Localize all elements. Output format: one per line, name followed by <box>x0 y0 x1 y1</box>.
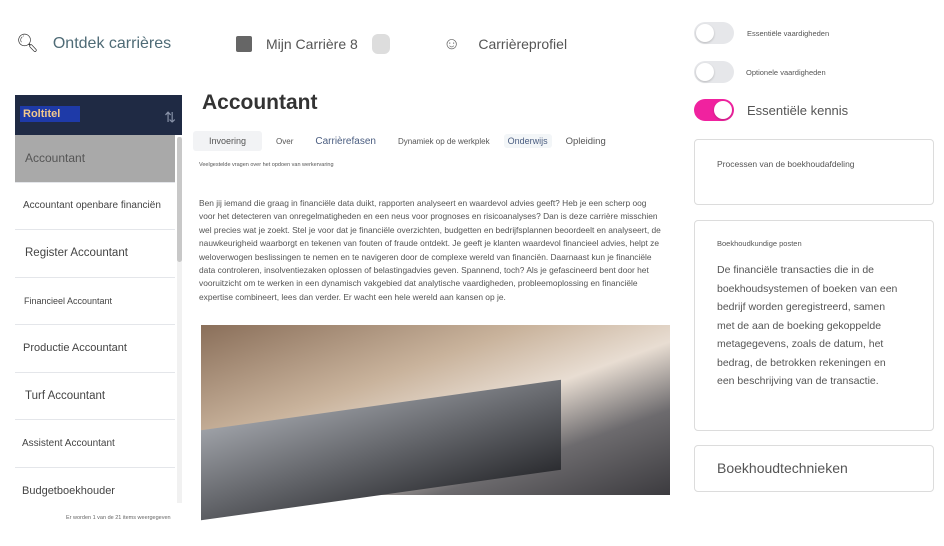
toggle-label: Optionele vaardigheden <box>746 67 826 77</box>
knowledge-card[interactable]: Processen van de boekhoudafdeling <box>694 139 934 205</box>
card-description: De financiële transacties die in de boek… <box>717 264 898 387</box>
list-item[interactable]: Assistent Accountant <box>15 420 175 468</box>
card-title: Boekhoudkundige posten <box>717 239 802 248</box>
toggle-switch[interactable] <box>694 22 734 44</box>
save-icon <box>236 36 252 52</box>
knowledge-card[interactable]: Boekhoudtechnieken <box>694 445 934 492</box>
page-title: Accountant <box>202 91 318 114</box>
toggle-essential-skills[interactable]: Essentiële vaardigheden <box>694 22 829 44</box>
nav-career-profile[interactable]: ☺ Carrièreprofiel <box>443 34 567 54</box>
laptop-image <box>201 325 670 521</box>
tab-intro[interactable]: Invoering <box>193 131 263 151</box>
list-item[interactable]: Budgetboekhouder <box>15 468 175 504</box>
intro-text: Ben jij iemand die graag in financiële d… <box>199 198 661 302</box>
badge-icon <box>371 34 390 54</box>
column-title: Roltitel <box>20 106 80 122</box>
toggle-essential-knowledge[interactable]: Essentiële kennis <box>694 99 848 121</box>
toggle-optional-skills[interactable]: Optionele vaardigheden <box>694 61 826 83</box>
toggle-switch[interactable] <box>694 61 734 83</box>
toggle-label: Essentiële vaardigheden <box>747 28 830 38</box>
card-title: Processen van de boekhoudafdeling <box>717 159 855 169</box>
list-item[interactable]: Turf Accountant <box>15 373 175 420</box>
tab-about[interactable]: Over <box>268 133 301 150</box>
list-item[interactable]: Accountant openbare financiën <box>15 183 175 230</box>
faq-link[interactable]: Veelgestelde vragen over het opdoen van … <box>199 162 334 168</box>
list-item[interactable]: Productie Accountant <box>15 325 175 373</box>
search-plus-icon: 🔍︎ <box>16 33 39 53</box>
nav-my-career[interactable]: Mijn Carrière 8 <box>236 34 390 54</box>
list-item[interactable]: Accountant <box>15 135 175 183</box>
tab-workplace[interactable]: Dynamiek op de werkplek <box>390 133 498 150</box>
tab-training[interactable]: Opleiding <box>558 132 614 151</box>
toggle-switch[interactable] <box>694 99 734 121</box>
list-item[interactable]: Register Accountant <box>15 230 175 278</box>
role-list-header: Roltitel ⇅ <box>15 95 182 135</box>
toggle-label: Essentiële kennis <box>747 102 849 118</box>
card-title: Boekhoudtechnieken <box>717 460 848 476</box>
list-item[interactable]: Financieel Accountant <box>15 278 175 325</box>
knowledge-card[interactable]: Boekhoudkundige posten De financiële tra… <box>694 220 934 431</box>
role-list: Roltitel ⇅ Accountant Accountant openbar… <box>15 95 182 503</box>
scrollbar-thumb[interactable] <box>177 137 182 262</box>
items-count: Er worden 1 van de 21 items weergegeven <box>66 515 171 521</box>
tab-career-stages[interactable]: Carrièrefasen <box>307 132 384 151</box>
head-profile-icon: ☺ <box>443 34 461 53</box>
nav-explore[interactable]: 🔍︎ Ontdek carrières <box>16 33 171 54</box>
tab-bar: Invoering Over Carrièrefasen Dynamiek op… <box>193 131 620 151</box>
tab-education[interactable]: Onderwijs <box>503 134 552 148</box>
sort-icon[interactable]: ⇅ <box>164 109 176 126</box>
